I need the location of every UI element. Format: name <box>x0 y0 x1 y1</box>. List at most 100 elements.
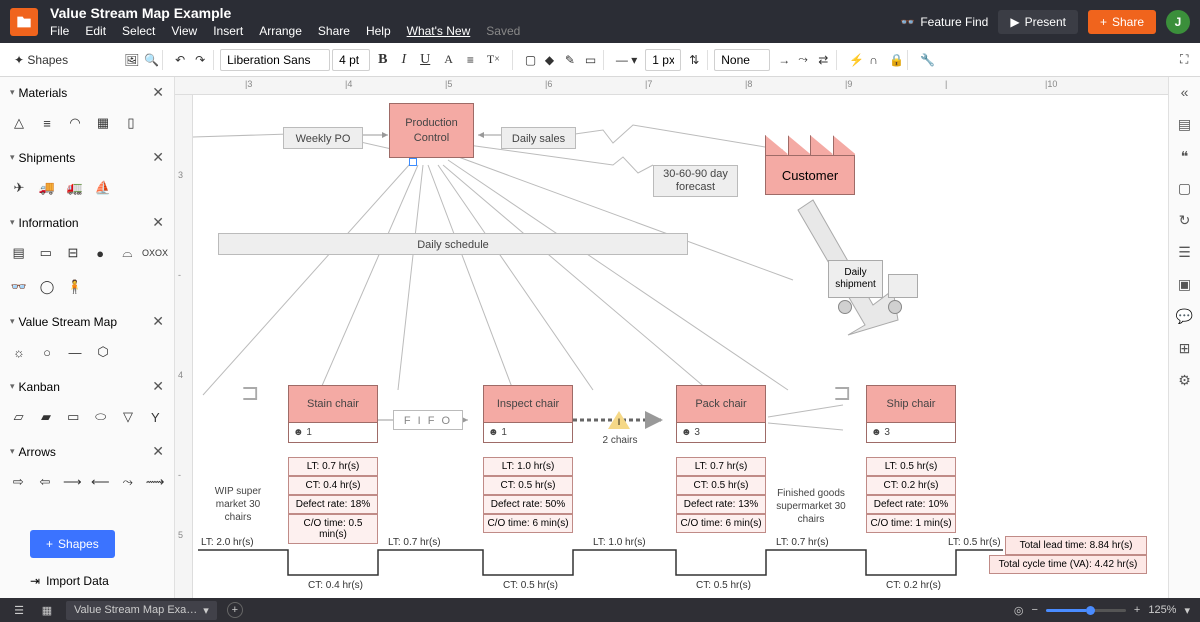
section-shipments[interactable]: ▾Shipments ✕ <box>0 142 174 173</box>
bold-button[interactable]: B <box>372 48 393 72</box>
menu-whats-new[interactable]: What's New <box>407 24 471 38</box>
italic-button[interactable]: I <box>395 48 412 72</box>
history-icon[interactable]: ↻ <box>1176 211 1194 229</box>
customer-node[interactable]: Customer <box>765 135 855 195</box>
arrow4-shape-icon[interactable]: ⟵ <box>91 473 109 491</box>
arrow3-shape-icon[interactable]: ⟶ <box>63 473 81 491</box>
truck-shape-icon[interactable]: 🚚 <box>38 179 56 197</box>
metrics-stain[interactable]: LT: 0.7 hr(s) CT: 0.4 hr(s) Defect rate:… <box>288 457 378 544</box>
chat-icon[interactable]: 💬 <box>1176 307 1194 325</box>
daily-schedule-node[interactable]: Daily schedule <box>218 233 688 255</box>
forecast-node[interactable]: 30-60-90 day forecast <box>653 165 738 197</box>
shapes-toggle[interactable]: ✦ Shapes <box>8 49 74 71</box>
data-icon[interactable]: ⊞ <box>1176 339 1194 357</box>
grid-view-icon[interactable]: ▦ <box>38 604 56 617</box>
tag-shape-icon[interactable]: OXOX <box>146 244 164 262</box>
close-icon[interactable]: ✕ <box>152 214 164 231</box>
menu-arrange[interactable]: Arrange <box>259 24 302 38</box>
menu-edit[interactable]: Edit <box>85 24 106 38</box>
section-arrows[interactable]: ▾Arrows ✕ <box>0 436 174 467</box>
layers-icon[interactable]: ☰ <box>1176 243 1194 261</box>
cylinder-shape-icon[interactable]: ⌓ <box>119 244 136 262</box>
metrics-pack[interactable]: LT: 0.7 hr(s) CT: 0.5 hr(s) Defect rate:… <box>676 457 766 533</box>
page-icon[interactable]: ▤ <box>1176 115 1194 133</box>
line-style-select[interactable]: — ▾ <box>610 49 643 71</box>
arrow6-shape-icon[interactable]: ⟿ <box>146 473 164 491</box>
truck-node[interactable]: Daily shipment <box>828 260 918 310</box>
comment-icon[interactable]: ❝ <box>1176 147 1194 165</box>
kanban3-shape-icon[interactable]: ▭ <box>65 408 82 426</box>
line-width-input[interactable] <box>645 49 681 71</box>
list-view-icon[interactable]: ☰ <box>10 604 28 617</box>
triangle-shape-icon[interactable]: △ <box>10 114 28 132</box>
font-size-select[interactable] <box>332 49 370 71</box>
oval-shape-icon[interactable]: ◯ <box>38 278 56 296</box>
forklift-shape-icon[interactable]: 🚛 <box>66 179 84 197</box>
section-information[interactable]: ▾Information ✕ <box>0 207 174 238</box>
kanban6-shape-icon[interactable]: Y <box>147 408 164 426</box>
wrench-icon[interactable]: 🔧 <box>914 49 932 71</box>
lock-icon[interactable]: 🔒 <box>883 49 901 71</box>
summary-box[interactable]: Total lead time: 8.84 hr(s) Total cycle … <box>1005 536 1147 574</box>
process-ship-chair[interactable]: Ship chair ☻ 3 <box>866 385 956 443</box>
redo-button[interactable]: ↷ <box>189 49 207 71</box>
zoom-slider[interactable] <box>1046 609 1126 612</box>
present-button[interactable]: ▶ Present <box>998 10 1078 34</box>
section-kanban[interactable]: ▾Kanban ✕ <box>0 371 174 402</box>
person-shape-icon[interactable]: 🧍 <box>66 278 84 296</box>
kanban1-shape-icon[interactable]: ▱ <box>10 408 27 426</box>
arrow5-shape-icon[interactable]: ⤳ <box>119 473 136 491</box>
feature-find-button[interactable]: 👓 Feature Find <box>900 15 988 29</box>
clipboard-icon[interactable]: ▣ <box>1176 275 1194 293</box>
swap-icon[interactable]: ⇄ <box>812 49 830 71</box>
search-icon[interactable]: 🔍 <box>138 49 156 71</box>
production-control-node[interactable]: Production Control <box>389 103 474 158</box>
dot-shape-icon[interactable]: ● <box>92 244 109 262</box>
metrics-ship[interactable]: LT: 0.5 hr(s) CT: 0.2 hr(s) Defect rate:… <box>866 457 956 533</box>
weekly-po-node[interactable]: Weekly PO <box>283 127 363 149</box>
grid-shape-icon[interactable]: ▦ <box>94 114 112 132</box>
settings-icon[interactable]: ⚙ <box>1176 371 1194 389</box>
align-button[interactable]: ≡ <box>461 49 479 71</box>
magnet-icon[interactable]: ∩ <box>863 49 881 71</box>
rect-shape-icon[interactable]: ▯ <box>122 114 140 132</box>
plane-shape-icon[interactable]: ✈ <box>10 179 28 197</box>
process-inspect-chair[interactable]: Inspect chair ☻ 1 <box>483 385 573 443</box>
collapse-icon[interactable]: « <box>1176 83 1194 101</box>
menu-help[interactable]: Help <box>366 24 391 38</box>
daily-sales-node[interactable]: Daily sales <box>501 127 576 149</box>
zoom-level[interactable]: 125% <box>1148 604 1176 616</box>
close-icon[interactable]: ✕ <box>152 84 164 101</box>
document-title[interactable]: Value Stream Map Example <box>50 5 900 21</box>
fifo-node[interactable]: F I F O <box>393 410 463 430</box>
close-icon[interactable]: ✕ <box>152 378 164 395</box>
clear-format-button[interactable]: T× <box>481 48 506 71</box>
line-color-icon[interactable]: ✎ <box>559 49 577 71</box>
image-icon[interactable]: 🖼 <box>118 49 136 71</box>
process-pack-chair[interactable]: Pack chair ☻ 3 <box>676 385 766 443</box>
menu-view[interactable]: View <box>171 24 197 38</box>
supermarket-icon[interactable]: ⊐ <box>833 380 851 406</box>
kanban4-shape-icon[interactable]: ⬭ <box>92 408 109 426</box>
arrow2-shape-icon[interactable]: ⇦ <box>37 473 54 491</box>
inventory-triangle[interactable] <box>608 411 630 429</box>
text-color-button[interactable]: A <box>438 48 459 71</box>
section-materials[interactable]: ▾Materials ✕ <box>0 77 174 108</box>
circle-shape-icon[interactable]: ○ <box>38 343 56 361</box>
ship-shape-icon[interactable]: ⛵ <box>94 179 112 197</box>
endpoint-icon[interactable]: ⤳ <box>792 48 810 71</box>
arrow1-shape-icon[interactable]: ⇨ <box>10 473 27 491</box>
canvas[interactable]: |3|4|5|6|7|8|9||10 3-4-5 <box>175 77 1168 598</box>
glasses-shape-icon[interactable]: 👓 <box>10 278 28 296</box>
add-page-button[interactable]: + <box>227 602 243 618</box>
user-avatar[interactable]: J <box>1166 10 1190 34</box>
app-logo[interactable] <box>10 8 38 36</box>
fill-icon[interactable]: ▢ <box>519 49 537 71</box>
menu-file[interactable]: File <box>50 24 69 38</box>
chevron-down-icon[interactable]: ▾ <box>1184 604 1190 617</box>
undo-button[interactable]: ↶ <box>169 49 187 71</box>
border-icon[interactable]: ▭ <box>579 49 597 71</box>
fullscreen-icon[interactable]: ⛶ <box>1174 48 1192 71</box>
kanban2-shape-icon[interactable]: ▰ <box>37 408 54 426</box>
bolt-icon[interactable]: ⚡ <box>843 49 861 71</box>
